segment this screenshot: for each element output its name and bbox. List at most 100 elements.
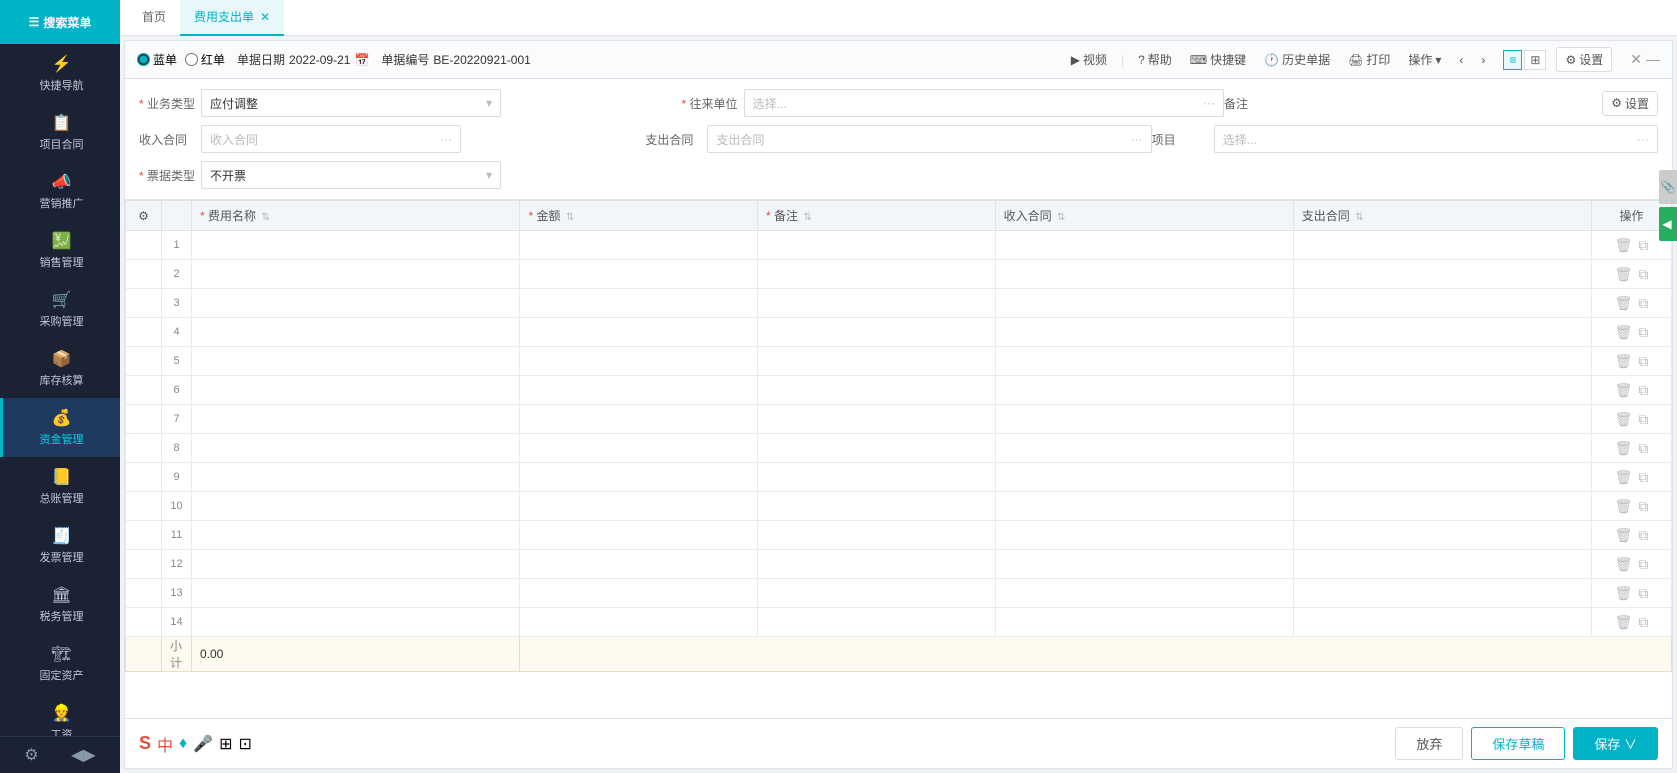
expense-contract-cell[interactable] bbox=[1293, 463, 1591, 492]
notes-cell[interactable] bbox=[758, 289, 996, 318]
delete-icon-14[interactable]: 🗑 bbox=[1615, 614, 1633, 631]
tab-expense-close[interactable]: ✕ bbox=[260, 10, 270, 24]
sidebar-item-ledger-mgmt[interactable]: 📒 总账管理 bbox=[0, 457, 120, 516]
expense-name-cell[interactable] bbox=[192, 463, 520, 492]
copy-icon-14[interactable]: ⧉ bbox=[1638, 614, 1648, 631]
view-list-btn[interactable]: ≡ bbox=[1503, 50, 1522, 70]
save-button[interactable]: 保存 ∨ bbox=[1573, 727, 1658, 760]
help-btn[interactable]: ? 帮助 bbox=[1134, 49, 1176, 70]
amount-cell[interactable] bbox=[520, 550, 758, 579]
income-contract-cell[interactable] bbox=[995, 260, 1293, 289]
print-btn[interactable]: 🖨 打印 bbox=[1344, 49, 1394, 70]
expense-contract-cell[interactable] bbox=[1293, 521, 1591, 550]
th-expense-contract[interactable]: 支出合同 ⇅ bbox=[1293, 201, 1591, 231]
project-dots[interactable]: ··· bbox=[1637, 132, 1649, 146]
notes-cell[interactable] bbox=[758, 608, 996, 637]
income-contract-cell[interactable] bbox=[995, 318, 1293, 347]
project-select[interactable]: 选择... ··· bbox=[1214, 125, 1658, 153]
th-income-contract[interactable]: 收入合同 ⇅ bbox=[995, 201, 1293, 231]
invoice-type-select[interactable]: 不开票 ▾ bbox=[201, 161, 501, 189]
counterpart-select[interactable]: 选择... ··· bbox=[744, 89, 1224, 117]
amount-cell[interactable] bbox=[520, 608, 758, 637]
amount-cell[interactable] bbox=[520, 405, 758, 434]
amount-cell[interactable] bbox=[520, 376, 758, 405]
expense-name-cell[interactable] bbox=[192, 347, 520, 376]
footer-icon-apps[interactable]: ⊡ bbox=[239, 734, 252, 754]
expense-name-cell[interactable] bbox=[192, 376, 520, 405]
expense-name-cell[interactable] bbox=[192, 521, 520, 550]
sidebar-item-invoice-mgmt[interactable]: 🧾 发票管理 bbox=[0, 516, 120, 575]
footer-icon-zh[interactable]: 中 bbox=[157, 732, 173, 756]
sidebar-item-marketing[interactable]: 📣 营销推广 bbox=[0, 162, 120, 221]
income-contract-cell[interactable] bbox=[995, 434, 1293, 463]
expense-contract-cell[interactable] bbox=[1293, 608, 1591, 637]
income-contract-cell[interactable] bbox=[995, 289, 1293, 318]
notes-cell[interactable] bbox=[758, 347, 996, 376]
expense-contract-cell[interactable] bbox=[1293, 347, 1591, 376]
income-contract-cell[interactable] bbox=[995, 405, 1293, 434]
th-amount[interactable]: * 金额 ⇅ bbox=[520, 201, 758, 231]
expense-contract-cell[interactable] bbox=[1293, 579, 1591, 608]
th-notes[interactable]: * 备注 ⇅ bbox=[758, 201, 996, 231]
tab-home[interactable]: 首页 bbox=[128, 0, 180, 36]
delete-icon-10[interactable]: 🗑 bbox=[1615, 498, 1633, 515]
copy-icon-8[interactable]: ⧉ bbox=[1638, 440, 1648, 457]
footer-icon-dot[interactable]: ♦ bbox=[179, 735, 187, 753]
expense-contract-cell[interactable] bbox=[1293, 492, 1591, 521]
expense-name-cell[interactable] bbox=[192, 608, 520, 637]
footer-icon-mic[interactable]: 🎤 bbox=[193, 734, 213, 754]
amount-cell[interactable] bbox=[520, 231, 758, 260]
settings-footer-icon[interactable]: ⚙ bbox=[24, 745, 38, 765]
window-min-btn[interactable]: — bbox=[1646, 51, 1660, 68]
income-contract-select[interactable]: 收入合同 ··· bbox=[201, 125, 461, 153]
notes-cell[interactable] bbox=[758, 434, 996, 463]
sidebar-item-purchase-mgmt[interactable]: 🛒 采购管理 bbox=[0, 280, 120, 339]
copy-icon-2[interactable]: ⧉ bbox=[1638, 266, 1648, 283]
income-contract-cell[interactable] bbox=[995, 608, 1293, 637]
amount-cell[interactable] bbox=[520, 579, 758, 608]
notes-cell[interactable] bbox=[758, 231, 996, 260]
delete-icon-1[interactable]: 🗑 bbox=[1615, 237, 1633, 254]
expense-contract-cell[interactable] bbox=[1293, 318, 1591, 347]
expense-name-cell[interactable] bbox=[192, 318, 520, 347]
copy-icon-10[interactable]: ⧉ bbox=[1638, 498, 1648, 515]
expense-contract-cell[interactable] bbox=[1293, 289, 1591, 318]
footer-icon-s[interactable]: S bbox=[139, 733, 151, 754]
history-btn[interactable]: 🕐 历史单据 bbox=[1260, 49, 1334, 70]
sidebar-item-quick-nav[interactable]: ⚡ 快捷导航 bbox=[0, 44, 120, 103]
notes-cell[interactable] bbox=[758, 318, 996, 347]
notes-cell[interactable] bbox=[758, 521, 996, 550]
notes-cell[interactable] bbox=[758, 579, 996, 608]
delete-icon-6[interactable]: 🗑 bbox=[1615, 382, 1633, 399]
sidebar-item-project-contract[interactable]: 📋 项目合同 bbox=[0, 103, 120, 162]
notes-cell[interactable] bbox=[758, 260, 996, 289]
expense-name-cell[interactable] bbox=[192, 231, 520, 260]
amount-cell[interactable] bbox=[520, 289, 758, 318]
copy-icon-3[interactable]: ⧉ bbox=[1638, 295, 1648, 312]
delete-icon-11[interactable]: 🗑 bbox=[1615, 527, 1633, 544]
amount-cell[interactable] bbox=[520, 347, 758, 376]
expense-contract-cell[interactable] bbox=[1293, 405, 1591, 434]
table-gear-col[interactable]: ⚙ bbox=[126, 201, 162, 231]
copy-icon-5[interactable]: ⧉ bbox=[1638, 353, 1648, 370]
sidebar-item-tax-mgmt[interactable]: 🏛 税务管理 bbox=[0, 575, 120, 634]
income-contract-cell[interactable] bbox=[995, 463, 1293, 492]
expense-contract-cell[interactable] bbox=[1293, 376, 1591, 405]
expense-contract-select[interactable]: 支出合同 ··· bbox=[707, 125, 1151, 153]
income-contract-cell[interactable] bbox=[995, 376, 1293, 405]
settings-btn[interactable]: ⚙ 设置 bbox=[1556, 47, 1612, 72]
income-contract-cell[interactable] bbox=[995, 492, 1293, 521]
copy-icon-7[interactable]: ⧉ bbox=[1638, 411, 1648, 428]
expense-contract-dots[interactable]: ··· bbox=[1131, 132, 1143, 146]
delete-icon-2[interactable]: 🗑 bbox=[1615, 266, 1633, 283]
amount-cell[interactable] bbox=[520, 463, 758, 492]
sidebar-item-sales-mgmt[interactable]: 💹 销售管理 bbox=[0, 221, 120, 280]
delete-icon-13[interactable]: 🗑 bbox=[1615, 585, 1633, 602]
copy-icon-12[interactable]: ⧉ bbox=[1638, 556, 1648, 573]
view-grid-btn[interactable]: ⊞ bbox=[1524, 50, 1546, 70]
delete-icon-8[interactable]: 🗑 bbox=[1615, 440, 1633, 457]
notes-cell[interactable] bbox=[758, 492, 996, 521]
notes-cell[interactable] bbox=[758, 376, 996, 405]
amount-cell[interactable] bbox=[520, 521, 758, 550]
copy-icon-9[interactable]: ⧉ bbox=[1638, 469, 1648, 486]
